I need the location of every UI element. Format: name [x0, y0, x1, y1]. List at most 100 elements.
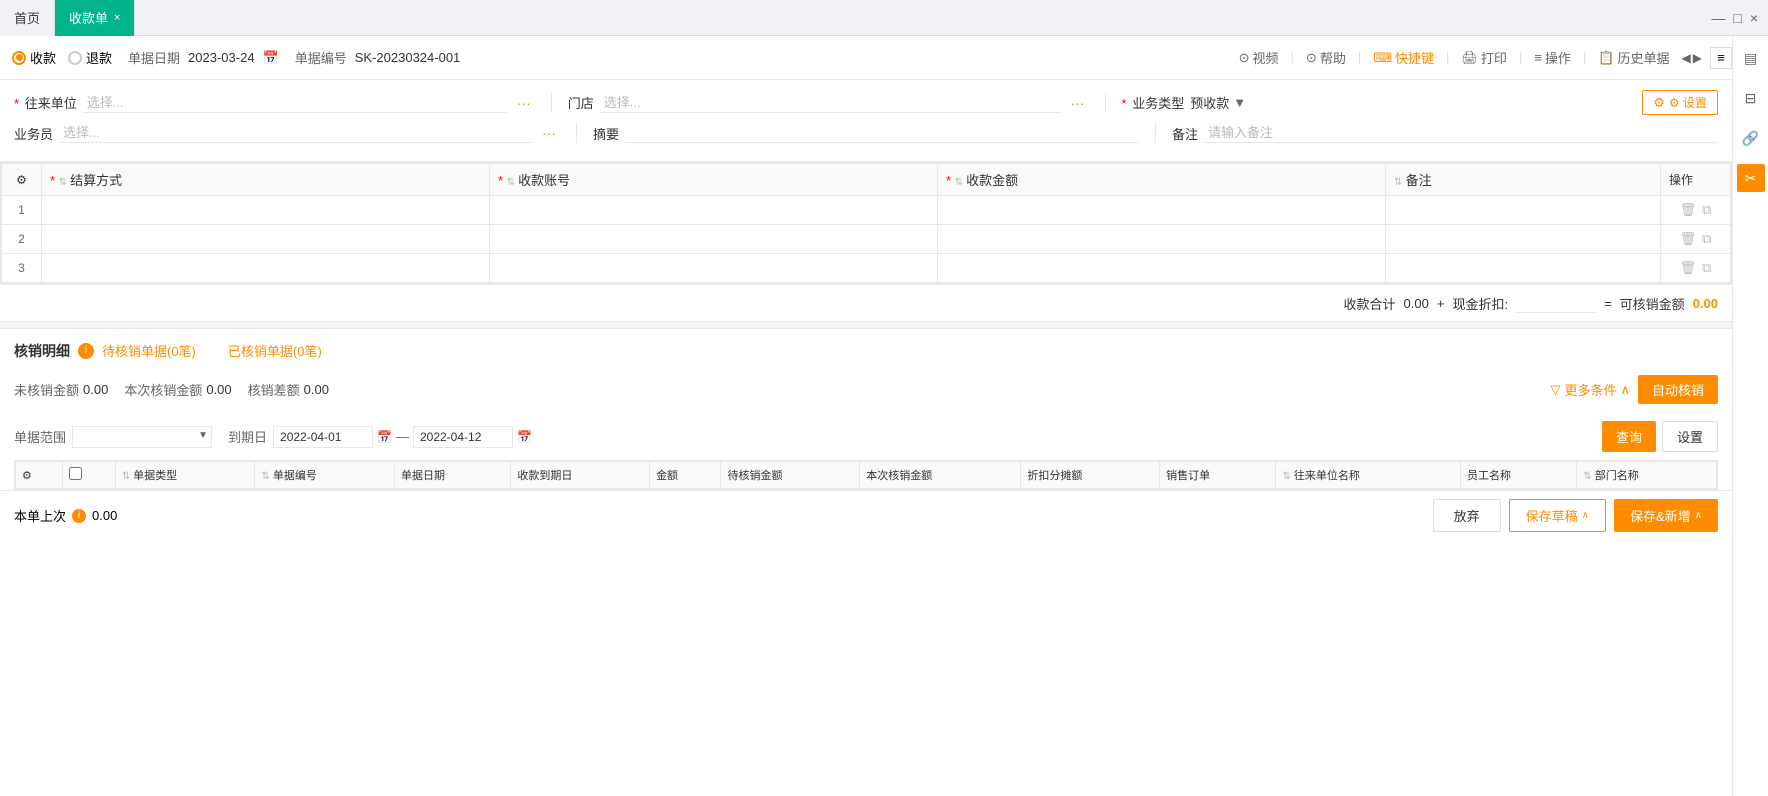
- row3-delete-icon[interactable]: 🗑: [1680, 260, 1697, 276]
- divider1: [551, 93, 552, 113]
- list-view-btn[interactable]: ≡: [1710, 47, 1732, 69]
- date-to-input[interactable]: [413, 426, 513, 448]
- tab-home-label: 首页: [14, 8, 40, 27]
- close-btn[interactable]: ×: [1750, 10, 1758, 26]
- row2-delete-icon[interactable]: 🗑: [1680, 231, 1697, 247]
- date-from-icon[interactable]: 📅: [377, 430, 392, 444]
- detail-table: ⚙ * ⇅ 结算方式 * ⇅ 收款账号: [1, 163, 1731, 283]
- bth-staff: 员工名称: [1460, 462, 1576, 489]
- total-label: 收款合计: [1344, 294, 1396, 313]
- row2-remark[interactable]: [1385, 225, 1660, 254]
- select-all-checkbox[interactable]: [69, 467, 82, 480]
- row1-settlement[interactable]: [42, 196, 490, 225]
- discount-input[interactable]: [1516, 293, 1596, 313]
- radio-refund[interactable]: 退款: [68, 48, 112, 67]
- row1-delete-icon[interactable]: 🗑: [1680, 202, 1697, 218]
- tab-home[interactable]: 首页: [0, 0, 55, 36]
- doc-range-select[interactable]: [72, 426, 212, 448]
- print-btn[interactable]: 🖨 打印: [1457, 46, 1511, 69]
- row2-copy-icon[interactable]: ⧉: [1702, 231, 1711, 247]
- form-area: * 往来单位 ··· 门店 ···: [0, 80, 1732, 162]
- save-draft-label: 保存草稿: [1526, 506, 1578, 525]
- shortcut-label: 快捷键: [1395, 48, 1434, 67]
- query-btn[interactable]: 查询: [1602, 421, 1656, 452]
- maximize-btn[interactable]: □: [1733, 10, 1741, 26]
- hexiao-settings-btn[interactable]: 设置: [1662, 421, 1718, 452]
- doc-date-field: 单据日期 2023-03-24 📅: [128, 48, 279, 67]
- doc-no-value[interactable]: SK-20230324-001: [355, 50, 461, 65]
- doc-range-label: 单据范围: [14, 427, 66, 446]
- tab-close-icon[interactable]: ×: [114, 12, 120, 24]
- settings-button[interactable]: ⚙ ⚙ 设置: [1642, 90, 1718, 115]
- row-num-1: 1: [2, 196, 42, 225]
- current-value: 0.00: [206, 382, 231, 397]
- th-settings[interactable]: ⚙: [2, 164, 42, 196]
- bth-settings[interactable]: ⚙: [16, 462, 63, 489]
- row1-amount[interactable]: [937, 196, 1385, 225]
- row1-account[interactable]: [489, 196, 937, 225]
- row1-remark[interactable]: [1385, 196, 1660, 225]
- chevron-up-icon: ∧: [1620, 382, 1630, 398]
- more-conditions-btn[interactable]: ▽ 更多条件 ∧: [1550, 380, 1630, 399]
- video-btn[interactable]: ⊙ 视频: [1235, 46, 1283, 69]
- bth-pending-amount: 待核销金额: [721, 462, 860, 489]
- hexiao-settings-label: 设置: [1677, 430, 1703, 445]
- shop-label: 门店: [568, 93, 594, 112]
- date-from-input[interactable]: [273, 426, 373, 448]
- row2-amount[interactable]: [937, 225, 1385, 254]
- row2-settlement[interactable]: [42, 225, 490, 254]
- radio-receipt-label: 收款: [30, 48, 56, 67]
- save-new-label: 保存&新增: [1630, 506, 1691, 525]
- row3-amount[interactable]: [937, 254, 1385, 283]
- remark-input[interactable]: [1204, 123, 1718, 143]
- shortcut-btn[interactable]: ⌨ 快捷键: [1369, 46, 1438, 69]
- summary-input[interactable]: [625, 123, 1139, 143]
- nav-next-btn[interactable]: ▶: [1693, 51, 1702, 65]
- abandon-btn[interactable]: 放弃: [1433, 499, 1501, 532]
- hexiao-table-header: ⚙ ⇅ 单据类型 ⇅ 单据编号 单据日期: [16, 462, 1717, 489]
- row1-copy-icon[interactable]: ⧉: [1702, 202, 1711, 218]
- carry-info-icon[interactable]: i: [72, 509, 86, 523]
- nav-prev-btn[interactable]: ◀: [1682, 51, 1691, 65]
- radio-receipt-circle: [12, 51, 26, 65]
- pending-tab[interactable]: 待核销单据(0笔): [102, 339, 196, 362]
- save-draft-btn[interactable]: 保存草稿 ∧: [1509, 499, 1606, 532]
- row3-remark[interactable]: [1385, 254, 1660, 283]
- staff-input[interactable]: [59, 123, 532, 143]
- save-new-btn[interactable]: 保存&新增 ∧: [1614, 499, 1718, 532]
- staff-more-btn[interactable]: ···: [538, 125, 560, 141]
- operation-btn[interactable]: ≡ 操作: [1530, 46, 1575, 69]
- help-btn[interactable]: ⊙ 帮助: [1302, 46, 1350, 69]
- row3-account[interactable]: [489, 254, 937, 283]
- date-to-icon[interactable]: 📅: [517, 430, 532, 444]
- row3-settlement[interactable]: [42, 254, 490, 283]
- sep5: |: [1583, 50, 1586, 65]
- sidebar-icon-4[interactable]: ✂: [1737, 164, 1765, 192]
- shop-more-btn[interactable]: ···: [1067, 95, 1089, 111]
- shop-input[interactable]: [600, 93, 1061, 113]
- counterpart-more-btn[interactable]: ···: [513, 95, 535, 111]
- done-tab[interactable]: 已核销单据(0笔): [228, 339, 322, 362]
- hexiao-info-icon[interactable]: i: [78, 343, 94, 359]
- bottom-bar-right: 放弃 保存草稿 ∧ 保存&新增 ∧: [1433, 499, 1718, 532]
- shortcut-icon: ⌨: [1373, 50, 1392, 66]
- row2-account[interactable]: [489, 225, 937, 254]
- sidebar-icon-2[interactable]: ⊟: [1737, 84, 1765, 112]
- row3-copy-icon[interactable]: ⧉: [1702, 260, 1711, 276]
- doc-no-label: 单据编号: [295, 48, 347, 67]
- radio-receipt[interactable]: 收款: [12, 48, 56, 67]
- doc-date-value[interactable]: 2023-03-24: [188, 50, 255, 65]
- biz-type-select[interactable]: 预收款 ▼: [1190, 93, 1246, 112]
- tab-receipt[interactable]: 收款单 ×: [55, 0, 135, 36]
- history-btn[interactable]: 📋 历史单据: [1594, 46, 1673, 69]
- toolbar: 收款 退款 单据日期 2023-03-24 📅 单据编号 SK-20230324…: [0, 36, 1768, 80]
- sidebar-icon-3[interactable]: 🔗: [1737, 124, 1765, 152]
- th-amount: * ⇅ 收款金额: [937, 164, 1385, 196]
- counterpart-input[interactable]: [83, 93, 507, 113]
- tab-bar: 首页 收款单 × — □ ×: [0, 0, 1768, 36]
- right-sidebar: ▤ ⊟ 🔗 ✂: [1732, 80, 1768, 796]
- minimize-btn[interactable]: —: [1711, 10, 1725, 26]
- calendar-icon[interactable]: 📅: [263, 50, 279, 66]
- bth-checkbox[interactable]: [62, 462, 115, 489]
- auto-hexiao-btn[interactable]: 自动核销: [1638, 375, 1718, 404]
